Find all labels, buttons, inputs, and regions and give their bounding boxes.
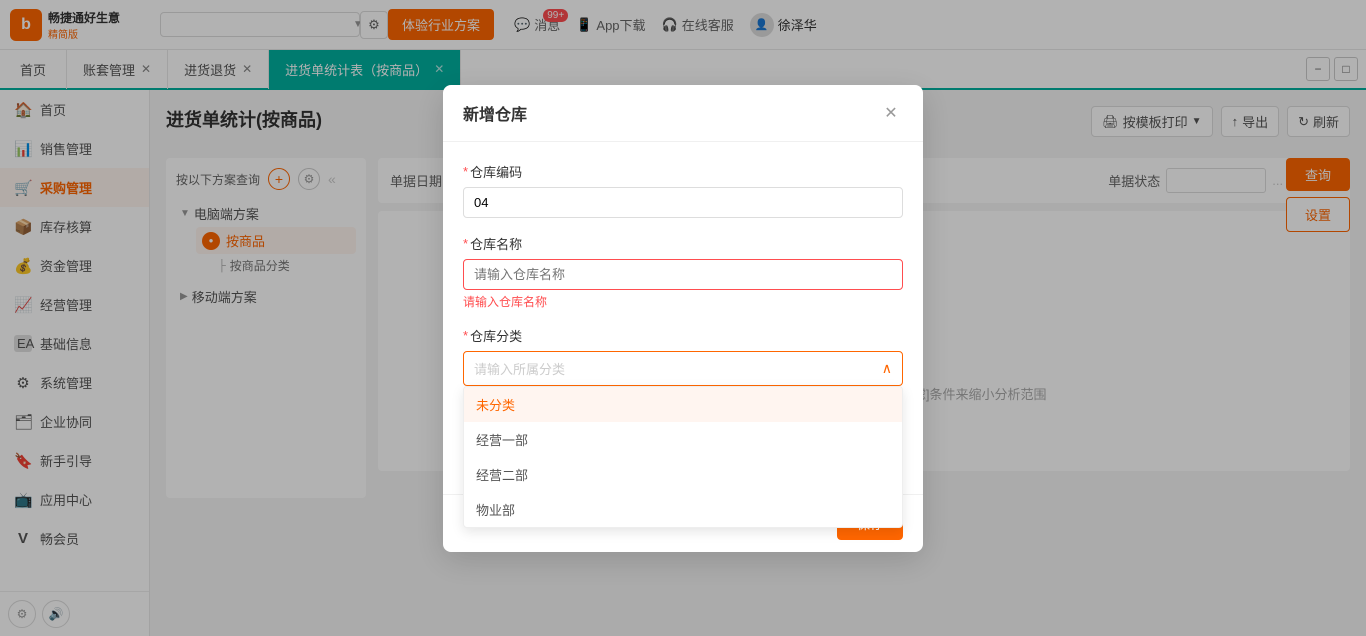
category-select[interactable]: 请输入所属分类 ∧: [463, 351, 903, 386]
dropdown-item-uncategorized[interactable]: 未分类: [464, 387, 902, 422]
category-dropdown: 未分类 经营一部 经营二部 物业部: [463, 386, 903, 528]
category-required-star: *: [463, 328, 468, 343]
modal-close-button[interactable]: ✕: [879, 101, 903, 125]
modal-body: * 仓库编码 * 仓库名称 请输入仓库名称 * 仓库分类: [443, 142, 923, 494]
modal-overlay: 新增仓库 ✕ * 仓库编码 * 仓库名称 请输入仓库名称: [0, 0, 1366, 636]
new-warehouse-modal: 新增仓库 ✕ * 仓库编码 * 仓库名称 请输入仓库名称: [443, 85, 923, 552]
modal-title: 新增仓库: [463, 101, 527, 125]
dropdown-item-dept2[interactable]: 经营二部: [464, 457, 902, 492]
category-field: * 仓库分类 请输入所属分类 ∧ 未分类 经营一部 经营二部 物业部: [463, 326, 903, 386]
dropdown-item-dept3[interactable]: 物业部: [464, 492, 902, 527]
name-input[interactable]: [463, 259, 903, 290]
code-required-star: *: [463, 164, 468, 179]
category-label: * 仓库分类: [463, 326, 903, 345]
code-label: * 仓库编码: [463, 162, 903, 181]
category-select-wrapper: 请输入所属分类 ∧ 未分类 经营一部 经营二部 物业部: [463, 351, 903, 386]
name-error-message: 请输入仓库名称: [463, 293, 903, 310]
name-required-star: *: [463, 236, 468, 251]
code-field: * 仓库编码: [463, 162, 903, 218]
modal-header: 新增仓库 ✕: [443, 85, 923, 142]
name-label: * 仓库名称: [463, 234, 903, 253]
dropdown-item-dept1[interactable]: 经营一部: [464, 422, 902, 457]
select-arrow-up-icon: ∧: [882, 360, 892, 377]
code-input[interactable]: [463, 187, 903, 218]
name-field: * 仓库名称 请输入仓库名称: [463, 234, 903, 310]
